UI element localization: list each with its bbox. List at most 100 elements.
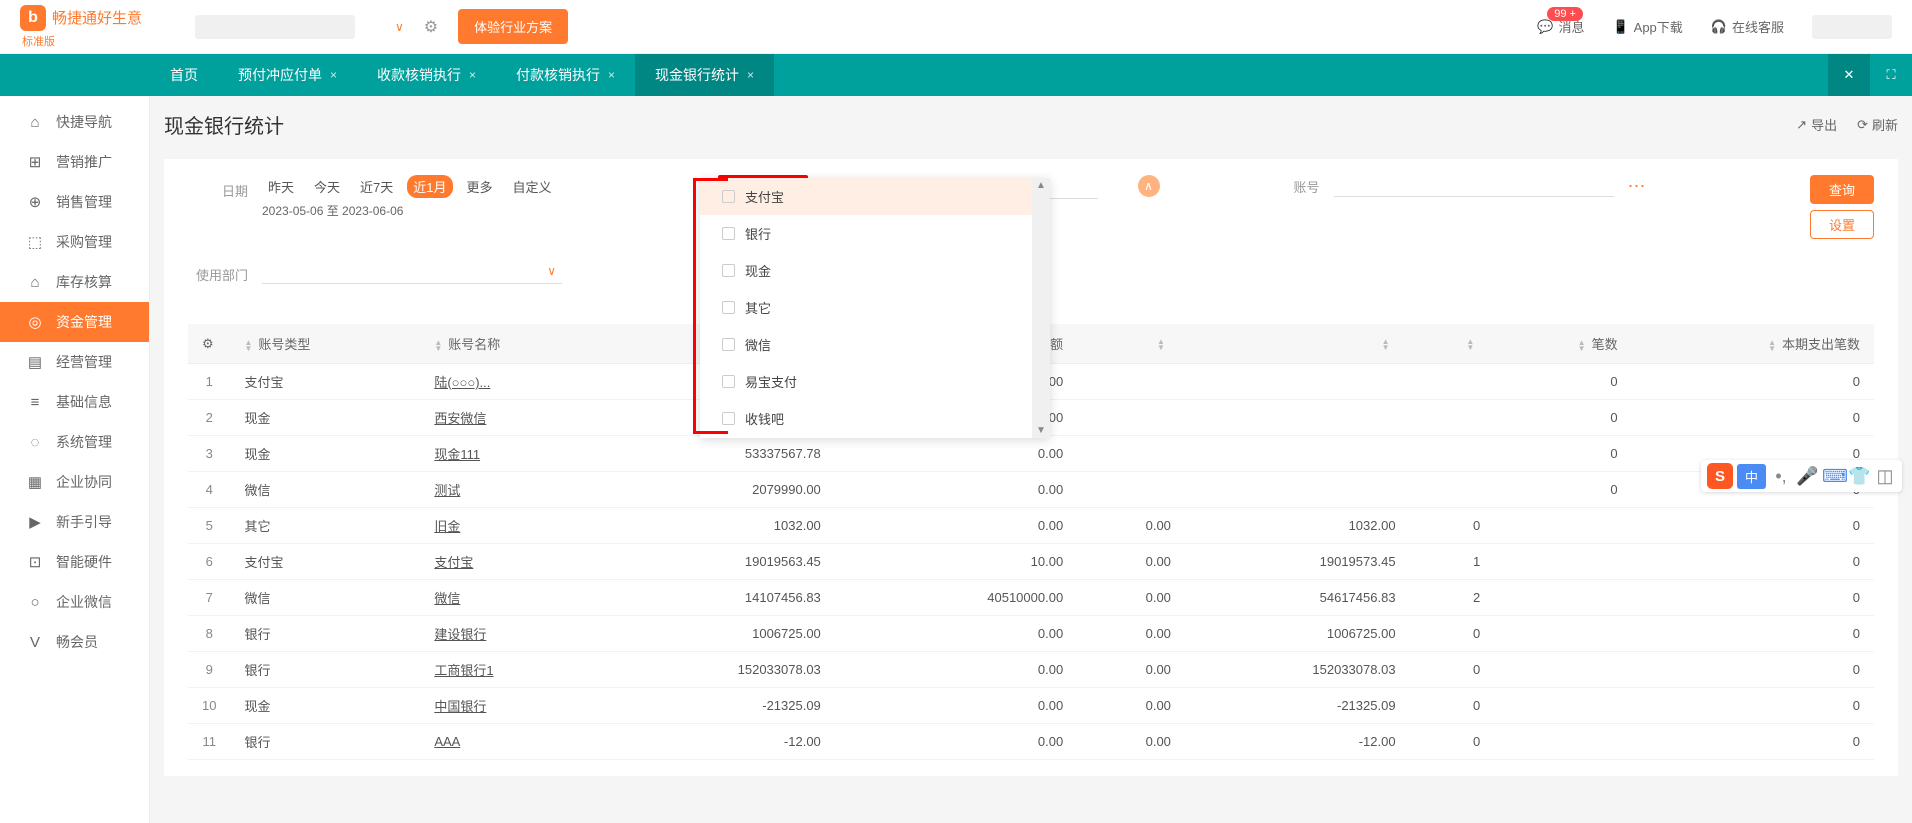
dropdown-option[interactable]: 长沙银行 — [700, 437, 1032, 438]
sidebar-item[interactable]: V畅会员 — [0, 622, 149, 662]
checkbox[interactable] — [722, 227, 735, 240]
column-header[interactable]: ▲▼本期支出笔数 — [1632, 324, 1874, 364]
account-link[interactable]: 测试 — [434, 483, 460, 498]
tab[interactable]: 收款核销执行× — [357, 54, 496, 96]
org-selector[interactable]: ∨ — [195, 15, 404, 39]
sidebar-item[interactable]: ⬚采购管理 — [0, 222, 149, 262]
account-link[interactable]: AAA — [434, 734, 460, 749]
settings-button[interactable]: 设置 — [1810, 210, 1874, 239]
account-link[interactable]: 现金111 — [434, 447, 480, 462]
sidebar-item[interactable]: ⌂库存核算 — [0, 262, 149, 302]
user-avatar[interactable] — [1812, 15, 1892, 39]
date-chip[interactable]: 更多 — [461, 175, 499, 198]
sort-icon[interactable]: ▲▼ — [1382, 339, 1390, 351]
ime-keyboard-icon[interactable]: ⌨ — [1822, 466, 1844, 487]
dropdown-option[interactable]: 微信 — [700, 326, 1032, 363]
tab[interactable]: 现金银行统计× — [635, 54, 774, 96]
column-header[interactable]: ▲▼ — [1410, 324, 1495, 364]
close-tab-button[interactable]: ✕ — [1828, 54, 1870, 96]
fullscreen-button[interactable]: ⛶ — [1870, 54, 1912, 96]
app-download-button[interactable]: 📱 App下载 — [1612, 17, 1682, 36]
trial-button[interactable]: 体验行业方案 — [458, 9, 568, 44]
tab-close-icon[interactable]: × — [330, 68, 337, 82]
date-chip[interactable]: 今天 — [308, 175, 346, 198]
checkbox[interactable] — [722, 190, 735, 203]
column-header[interactable]: ▲▼ — [1077, 324, 1185, 364]
ime-lang-badge[interactable]: 中 — [1737, 464, 1766, 489]
cell-count — [1494, 688, 1631, 724]
dept-select[interactable]: ∨ — [262, 260, 562, 284]
account-input[interactable] — [1334, 175, 1614, 197]
column-header[interactable]: ▲▼笔数 — [1494, 324, 1631, 364]
scroll-down-arrow[interactable]: ▼ — [1036, 425, 1046, 436]
checkbox[interactable] — [722, 412, 735, 425]
sort-icon[interactable]: ▲▼ — [244, 340, 252, 352]
account-link[interactable]: 西安微信 — [434, 411, 486, 426]
refresh-button[interactable]: ⟳刷新 — [1857, 115, 1898, 134]
ime-skin-icon[interactable]: 👕 — [1848, 466, 1870, 487]
collapse-button[interactable]: ∧ — [1138, 175, 1160, 197]
dropdown-option[interactable]: 支付宝 — [700, 178, 1032, 215]
tab[interactable]: 付款核销执行× — [496, 54, 635, 96]
tab-close-icon[interactable]: × — [469, 68, 476, 82]
date-chip[interactable]: 自定义 — [507, 175, 558, 198]
column-header[interactable]: ▲▼账号名称 — [420, 324, 610, 364]
tab[interactable]: 预付冲应付单× — [218, 54, 357, 96]
dropdown-option[interactable]: 现金 — [700, 252, 1032, 289]
account-link[interactable]: 工商银行1 — [434, 663, 493, 678]
sidebar-item[interactable]: ⌂快捷导航 — [0, 102, 149, 142]
dropdown-scrollbar[interactable]: ▲ ▼ — [1032, 178, 1050, 438]
ime-voice-icon[interactable]: 🎤 — [1796, 466, 1818, 487]
sidebar-item[interactable]: ▦企业协同 — [0, 462, 149, 502]
dropdown-option[interactable]: 银行 — [700, 215, 1032, 252]
checkbox[interactable] — [722, 338, 735, 351]
ime-punct-icon[interactable]: •, — [1770, 466, 1792, 487]
sidebar-item[interactable]: ≡基础信息 — [0, 382, 149, 422]
sidebar-item[interactable]: ◌系统管理 — [0, 422, 149, 462]
column-header[interactable]: ▲▼账号类型 — [230, 324, 420, 364]
sort-icon[interactable]: ▲▼ — [1768, 340, 1776, 352]
table-settings-icon[interactable]: ⚙ — [202, 336, 214, 351]
sidebar-item[interactable]: ▶新手引导 — [0, 502, 149, 542]
sidebar-item[interactable]: ⊡智能硬件 — [0, 542, 149, 582]
dropdown-option[interactable]: 其它 — [700, 289, 1032, 326]
settings-gear-icon[interactable]: ⚙ — [424, 17, 438, 37]
export-button[interactable]: ↗导出 — [1796, 115, 1837, 134]
cell-c8: 0 — [1410, 724, 1495, 760]
scroll-up-arrow[interactable]: ▲ — [1036, 180, 1046, 191]
sort-icon[interactable]: ▲▼ — [434, 340, 442, 352]
sogou-ime-icon[interactable]: S — [1707, 463, 1733, 489]
ime-toolbox-icon[interactable]: ◫ — [1874, 466, 1896, 487]
tab[interactable]: 首页 — [150, 54, 218, 96]
sidebar-item[interactable]: ○企业微信 — [0, 582, 149, 622]
sidebar-item[interactable]: ⊕销售管理 — [0, 182, 149, 222]
more-filters-button[interactable]: ⋯ — [1628, 176, 1648, 197]
account-link[interactable]: 中国银行 — [434, 699, 486, 714]
row-index: 10 — [188, 688, 230, 724]
messages-button[interactable]: 💬 消息 99 + — [1537, 17, 1584, 36]
sidebar-item[interactable]: ⊞营销推广 — [0, 142, 149, 182]
dropdown-option[interactable]: 收钱吧 — [700, 400, 1032, 437]
dropdown-option[interactable]: 易宝支付 — [700, 363, 1032, 400]
account-link[interactable]: 旧金 — [434, 519, 460, 534]
sort-icon[interactable]: ▲▼ — [1157, 339, 1165, 351]
column-header[interactable]: ▲▼ — [1185, 324, 1410, 364]
date-chip[interactable]: 昨天 — [262, 175, 300, 198]
sort-icon[interactable]: ▲▼ — [1466, 339, 1474, 351]
sort-icon[interactable]: ▲▼ — [1578, 340, 1586, 352]
date-chip[interactable]: 近1月 — [407, 175, 452, 198]
account-link[interactable]: 微信 — [434, 591, 460, 606]
account-link[interactable]: 建设银行 — [434, 627, 486, 642]
tab-close-icon[interactable]: × — [747, 68, 754, 82]
date-chip[interactable]: 近7天 — [354, 175, 399, 198]
checkbox[interactable] — [722, 375, 735, 388]
account-link[interactable]: 支付宝 — [434, 555, 473, 570]
query-button[interactable]: 查询 — [1810, 175, 1874, 204]
checkbox[interactable] — [722, 264, 735, 277]
sidebar-item[interactable]: ▤经营管理 — [0, 342, 149, 382]
sidebar-item[interactable]: ◎资金管理 — [0, 302, 149, 342]
account-link[interactable]: 陆(○○○)... — [434, 375, 490, 390]
tab-close-icon[interactable]: × — [608, 68, 615, 82]
customer-service-button[interactable]: 🎧 在线客服 — [1711, 17, 1784, 36]
checkbox[interactable] — [722, 301, 735, 314]
